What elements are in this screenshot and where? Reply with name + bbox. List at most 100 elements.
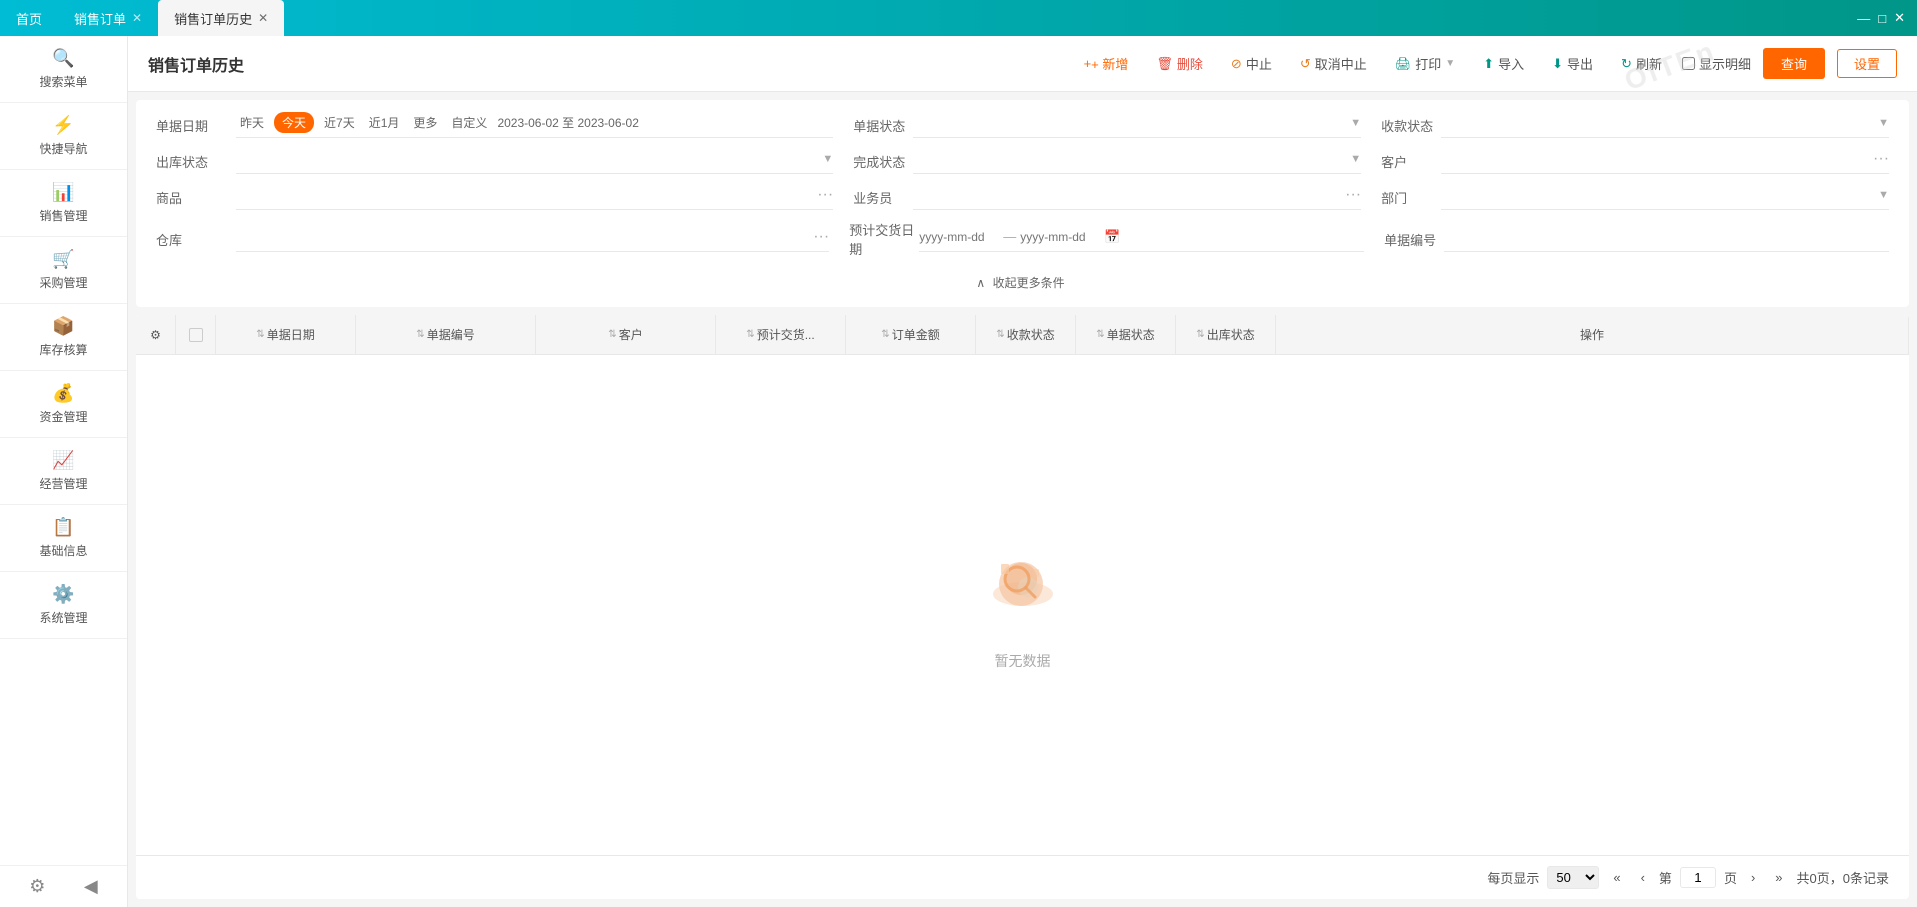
th-bill-status[interactable]: ⇅ 单据状态 (1076, 315, 1176, 354)
display-detail-input[interactable] (1682, 57, 1695, 70)
minimize-btn[interactable]: — (1857, 11, 1870, 26)
receipt-status-arrow: ▼ (1878, 117, 1889, 129)
sidebar-item-label-search: 搜索菜单 (39, 73, 87, 90)
sidebar-item-sys-mgmt[interactable]: ⚙️ 系统管理 (0, 572, 127, 639)
cancel-label: 取消中止 (1315, 54, 1367, 73)
expected-date-from[interactable] (919, 230, 999, 244)
page-number-input[interactable] (1680, 867, 1716, 888)
close-btn-window[interactable]: ✕ (1894, 10, 1905, 26)
prev-page-btn[interactable]: ‹ (1635, 868, 1651, 887)
sidebar-item-quick-nav[interactable]: ⚡ 快捷导航 (0, 103, 127, 170)
date-option-yesterday[interactable]: 昨天 (236, 112, 268, 133)
sort-billno-icon: ⇅ (416, 329, 424, 340)
bill-status-arrow: ▼ (1350, 117, 1361, 129)
date-option-7days[interactable]: 近7天 (320, 112, 359, 133)
sidebar-item-search-menu[interactable]: 🔍 搜索菜单 (0, 36, 127, 103)
add-button[interactable]: + + 新增 (1076, 50, 1137, 77)
delete-button[interactable]: 🗑 删除 (1148, 50, 1211, 77)
main-layout: 🔍 搜索菜单 ⚡ 快捷导航 📊 销售管理 🛒 采购管理 📦 库存核算 💰 资金管… (0, 36, 1917, 907)
salesman-control[interactable]: ··· (913, 184, 1361, 210)
sidebar-item-base-info[interactable]: 📋 基础信息 (0, 505, 127, 572)
receipt-status-control[interactable]: ▼ (1441, 112, 1889, 138)
goods-control[interactable]: ··· (236, 184, 833, 210)
last-page-btn[interactable]: » (1769, 868, 1788, 887)
salesman-ellipsis[interactable]: ··· (1345, 186, 1361, 204)
tab-sales-history[interactable]: 销售订单历史 ✕ (158, 0, 284, 36)
tab-sales-order[interactable]: 销售订单 ✕ (58, 0, 158, 36)
date-option-more[interactable]: 更多 (409, 112, 441, 133)
bill-no-input[interactable] (1444, 230, 1889, 244)
tab-sales-history-close[interactable]: ✕ (258, 11, 268, 25)
warehouse-control[interactable]: ··· (236, 226, 829, 252)
next-page-btn[interactable]: › (1745, 868, 1761, 887)
select-all-checkbox[interactable] (189, 328, 203, 342)
sidebar-settings-icon[interactable]: ⚙ (29, 876, 45, 897)
sidebar-item-operations[interactable]: 📈 经营管理 (0, 438, 127, 505)
th-receipt-label: 收款状态 (1007, 326, 1055, 343)
top-bar: 首页 销售订单 ✕ 销售订单历史 ✕ — □ ✕ (0, 0, 1917, 36)
sidebar-item-sales-mgmt[interactable]: 📊 销售管理 (0, 170, 127, 237)
department-arrow: ▼ (1878, 189, 1889, 201)
date-option-custom[interactable]: 自定义 (447, 112, 491, 133)
import-button[interactable]: ⬆ 导入 (1475, 50, 1532, 77)
collapse-bar[interactable]: ∧ 收起更多条件 (156, 268, 1889, 295)
th-expected[interactable]: ⇅ 预计交货... (716, 315, 846, 354)
sidebar-item-finance[interactable]: 💰 资金管理 (0, 371, 127, 438)
add-label: + 新增 (1091, 54, 1128, 73)
bill-no-control[interactable] (1444, 226, 1889, 252)
th-date[interactable]: ⇅ 单据日期 (216, 315, 356, 354)
customer-ellipsis[interactable]: ··· (1873, 150, 1889, 168)
th-settings[interactable]: ⚙ (136, 315, 176, 354)
settings-button[interactable]: 设置 (1837, 49, 1897, 78)
display-detail-checkbox[interactable]: 显示明细 (1682, 54, 1751, 73)
export-button[interactable]: ⬇ 导出 (1544, 50, 1601, 77)
empty-state: 暂无数据 (136, 355, 1909, 855)
date-label: 单据日期 (156, 116, 236, 135)
stock-out-control[interactable]: ▼ (236, 148, 833, 174)
stock-out-arrow: ▼ (822, 153, 833, 165)
sidebar-collapse-icon[interactable]: ◀ (84, 876, 98, 897)
suspend-button[interactable]: ⊘ 中止 (1223, 50, 1280, 77)
complete-status-control[interactable]: ▼ (913, 148, 1361, 174)
sidebar-item-purchase-mgmt[interactable]: 🛒 采购管理 (0, 237, 127, 304)
print-button[interactable]: 🖨 打印 ▼ (1387, 50, 1463, 77)
sort-date-icon: ⇅ (256, 329, 264, 340)
refresh-button[interactable]: ↻ 刷新 (1613, 50, 1670, 77)
expected-date-to[interactable] (1020, 230, 1100, 244)
filter-row-2: 出库状态 ▼ 完成状态 ▼ 客户 ··· (156, 148, 1889, 174)
cancel-button[interactable]: ↺ 取消中止 (1292, 50, 1375, 77)
refresh-icon: ↻ (1621, 56, 1632, 72)
settings-gear-icon[interactable]: ⚙ (150, 328, 161, 342)
th-action-label: 操作 (1580, 326, 1604, 343)
date-option-1month[interactable]: 近1月 (365, 112, 404, 133)
th-receipt[interactable]: ⇅ 收款状态 (976, 315, 1076, 354)
quick-nav-icon: ⚡ (52, 115, 74, 136)
department-control[interactable]: ▼ (1441, 184, 1889, 210)
warehouse-ellipsis[interactable]: ··· (813, 228, 829, 246)
th-stock[interactable]: ⇅ 出库状态 (1176, 315, 1276, 354)
th-amount[interactable]: ⇅ 订单金额 (846, 315, 976, 354)
goods-ellipsis[interactable]: ··· (817, 186, 833, 204)
suspend-label: 中止 (1246, 54, 1272, 73)
print-arrow: ▼ (1445, 58, 1455, 69)
filter-row-1: 单据日期 昨天 今天 近7天 近1月 更多 自定义 2023-06-02 至 2… (156, 112, 1889, 138)
cal-icon-1[interactable]: 📅 (1104, 229, 1120, 245)
query-button[interactable]: 查询 (1763, 48, 1825, 79)
first-page-btn[interactable]: « (1607, 868, 1626, 887)
maximize-btn[interactable]: □ (1878, 11, 1886, 26)
operations-icon: 📈 (52, 450, 74, 471)
department-label: 部门 (1361, 188, 1441, 207)
customer-control[interactable]: ··· (1441, 148, 1889, 174)
date-option-today[interactable]: 今天 (274, 112, 314, 133)
th-customer[interactable]: ⇅ 客户 (536, 315, 716, 354)
tab-home[interactable]: 首页 (0, 0, 58, 36)
import-icon: ⬆ (1483, 56, 1494, 72)
page-size-select[interactable]: 10 20 50 100 (1547, 866, 1599, 889)
th-billno[interactable]: ⇅ 单据编号 (356, 315, 536, 354)
filter-area: 单据日期 昨天 今天 近7天 近1月 更多 自定义 2023-06-02 至 2… (136, 100, 1909, 307)
base-info-icon: 📋 (52, 517, 74, 538)
th-checkbox[interactable] (176, 315, 216, 354)
tab-sales-order-close[interactable]: ✕ (132, 11, 142, 25)
bill-status-control[interactable]: ▼ (913, 112, 1361, 138)
sidebar-item-inventory[interactable]: 📦 库存核算 (0, 304, 127, 371)
